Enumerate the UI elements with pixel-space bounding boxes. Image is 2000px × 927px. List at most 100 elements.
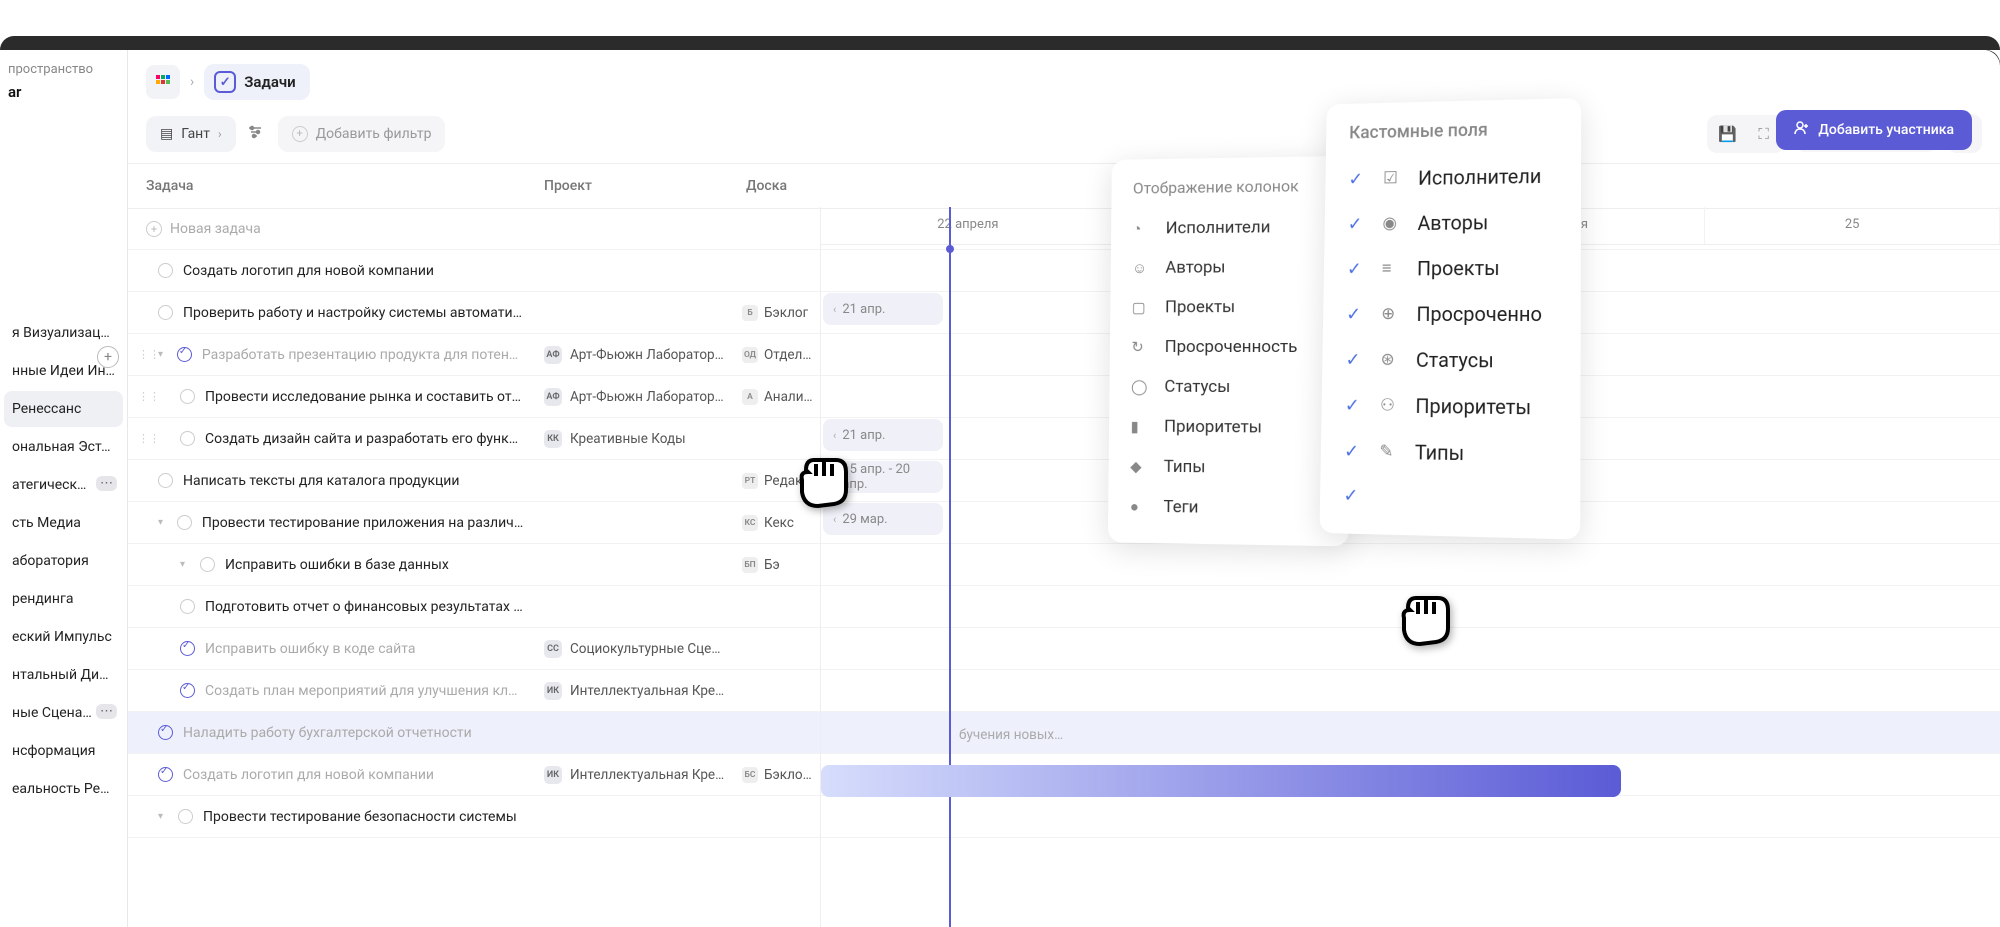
option-label: Исполнители [1166, 217, 1271, 238]
cell-board[interactable] [736, 598, 820, 616]
header-task[interactable]: Задача [128, 164, 534, 208]
gantt-bar-selected[interactable] [821, 765, 1621, 797]
column-option[interactable]: ●Теги [1108, 486, 1349, 530]
save-icon[interactable]: 💾 [1717, 123, 1739, 145]
status-circle-icon[interactable] [200, 557, 215, 572]
status-circle-icon[interactable] [180, 431, 195, 446]
status-circle-icon[interactable] [177, 347, 192, 362]
cell-project[interactable] [534, 724, 736, 742]
field-option[interactable]: ✓≡Проекты [1324, 244, 1581, 291]
cell-board[interactable] [736, 808, 820, 826]
cell-project[interactable] [534, 808, 736, 826]
sidebar-item[interactable]: нсформация [4, 733, 123, 769]
cell-board[interactable]: БСБэклог С [736, 758, 820, 792]
toggle-icon[interactable]: ▾ [158, 517, 167, 528]
column-option[interactable]: ◔Исполнители [1111, 207, 1349, 249]
column-option[interactable]: ☺Авторы [1111, 247, 1349, 288]
cell-board[interactable]: ББэклог [736, 296, 820, 330]
column-option[interactable]: ◆Типы [1108, 446, 1348, 489]
gantt-date-pill[interactable]: ‹29 мар. [823, 503, 943, 535]
option-icon: ▮ [1131, 418, 1151, 436]
cell-project[interactable] [534, 514, 736, 532]
column-option[interactable]: ◯Статусы [1109, 367, 1348, 408]
view-gantt-button[interactable]: ▤ Гант › [146, 116, 236, 152]
status-circle-icon[interactable] [180, 389, 195, 404]
sidebar-item[interactable]: атегическ… [4, 467, 123, 503]
sidebar-item[interactable]: нтальный Диз… [4, 657, 123, 693]
status-circle-icon[interactable] [158, 305, 173, 320]
cell-project[interactable] [534, 304, 736, 322]
sidebar-item[interactable]: еский Импульс [4, 619, 123, 655]
cell-project[interactable] [534, 556, 736, 574]
columns-popup-title: Отображение колонок [1111, 172, 1348, 210]
cell-board[interactable] [736, 682, 820, 700]
sidebar-item[interactable]: Ренессанс [4, 391, 123, 427]
drag-handle-icon[interactable]: ⋮⋮ [138, 348, 160, 361]
drag-handle-icon[interactable]: ⋮⋮ [138, 390, 160, 403]
cell-project[interactable]: СССоциокультурные Сцен… [534, 631, 736, 667]
gantt-date-pill[interactable]: ‹21 апр. [823, 293, 943, 325]
status-circle-icon[interactable] [180, 641, 195, 656]
status-circle-icon[interactable] [158, 725, 173, 740]
field-option[interactable]: ✓⊛Статусы [1322, 337, 1581, 384]
field-option[interactable]: ✓◉Авторы [1324, 198, 1581, 246]
cell-project[interactable]: АФАрт-Фьюжн Лаборатория [534, 379, 736, 415]
cell-board[interactable] [736, 640, 820, 658]
sidebar-item[interactable]: ные Сцена… [4, 695, 123, 731]
apps-grid-icon[interactable] [146, 65, 180, 99]
toggle-icon[interactable]: ▾ [180, 559, 190, 570]
status-circle-icon[interactable] [158, 767, 173, 782]
cell-board[interactable] [736, 262, 820, 280]
add-project-button[interactable]: + [97, 346, 119, 368]
status-circle-icon[interactable] [180, 599, 195, 614]
check-icon: ✓ [1346, 304, 1368, 325]
sidebar-item[interactable]: рендинга [4, 581, 123, 617]
status-circle-icon[interactable] [177, 515, 192, 530]
column-option[interactable]: ▢Проекты [1110, 287, 1348, 328]
status-circle-icon[interactable] [158, 473, 173, 488]
gantt-date-pill[interactable]: ‹21 апр. [823, 419, 943, 451]
cell-board[interactable]: ААналитик [736, 380, 820, 414]
cell-board[interactable]: ОДОтдел ди [736, 338, 820, 372]
sidebar-item[interactable]: ональная Эсте… [4, 429, 123, 465]
breadcrumb-tasks[interactable]: ✓ Задачи [204, 64, 309, 100]
column-option[interactable]: ↻Просроченность [1110, 327, 1349, 367]
filter-settings-icon[interactable] [246, 123, 268, 145]
field-option[interactable]: ✓⚇Приоритеты [1321, 382, 1580, 431]
cell-board[interactable] [736, 430, 820, 448]
columns-popup: Отображение колонок ◔Исполнители☺Авторы▢… [1108, 156, 1349, 547]
cell-board[interactable]: РТРедактор [736, 464, 820, 498]
field-option[interactable]: ✓⊕Просроченно [1323, 291, 1581, 338]
toggle-icon[interactable]: ▾ [158, 811, 168, 822]
drag-handle-icon[interactable]: ⋮⋮ [138, 432, 160, 445]
sidebar-item[interactable]: сть Медиа [4, 505, 123, 541]
cell-project[interactable] [534, 598, 736, 616]
gantt-date-label: 21 апр. [842, 428, 885, 443]
cell-project[interactable] [534, 262, 736, 280]
add-member-button[interactable]: Добавить участника [1776, 110, 1972, 150]
column-option[interactable]: ▮Приоритеты [1109, 406, 1349, 448]
status-circle-icon[interactable] [178, 809, 193, 824]
add-filter-button[interactable]: + Добавить фильтр [278, 116, 446, 152]
workspace-name: ar [0, 83, 127, 113]
field-option[interactable]: ✓ [1320, 474, 1581, 523]
sidebar-item[interactable]: аборатория [4, 543, 123, 579]
cell-board[interactable] [736, 724, 820, 742]
fullscreen-icon[interactable]: ⛶ [1753, 123, 1775, 145]
status-circle-icon[interactable] [180, 683, 195, 698]
cell-project[interactable]: ИКИнтеллектуальная Креа… [534, 673, 736, 709]
header-project[interactable]: Проект [534, 164, 736, 208]
cell-project[interactable]: АФАрт-Фьюжн Лаборатория [534, 337, 736, 373]
breadcrumb: › ✓ Задачи [128, 50, 2000, 114]
status-circle-icon[interactable] [158, 263, 173, 278]
cell-board[interactable]: БПБэ [736, 548, 820, 582]
field-option[interactable]: ✓✎Типы [1320, 428, 1580, 479]
cell-project[interactable]: ИКИнтеллектуальная Креа… [534, 757, 736, 793]
header-board[interactable]: Доска [736, 164, 820, 208]
sidebar-item[interactable]: еальность Рек… [4, 771, 123, 807]
cell-board[interactable]: КСКекс [736, 506, 820, 540]
cell-project[interactable]: КККреативные Коды [534, 421, 736, 457]
field-option[interactable]: ✓☑Исполнители [1325, 152, 1581, 201]
cell-project[interactable] [534, 472, 736, 490]
gantt-date-pill[interactable]: ‹15 апр. - 20 апр. [823, 461, 943, 493]
